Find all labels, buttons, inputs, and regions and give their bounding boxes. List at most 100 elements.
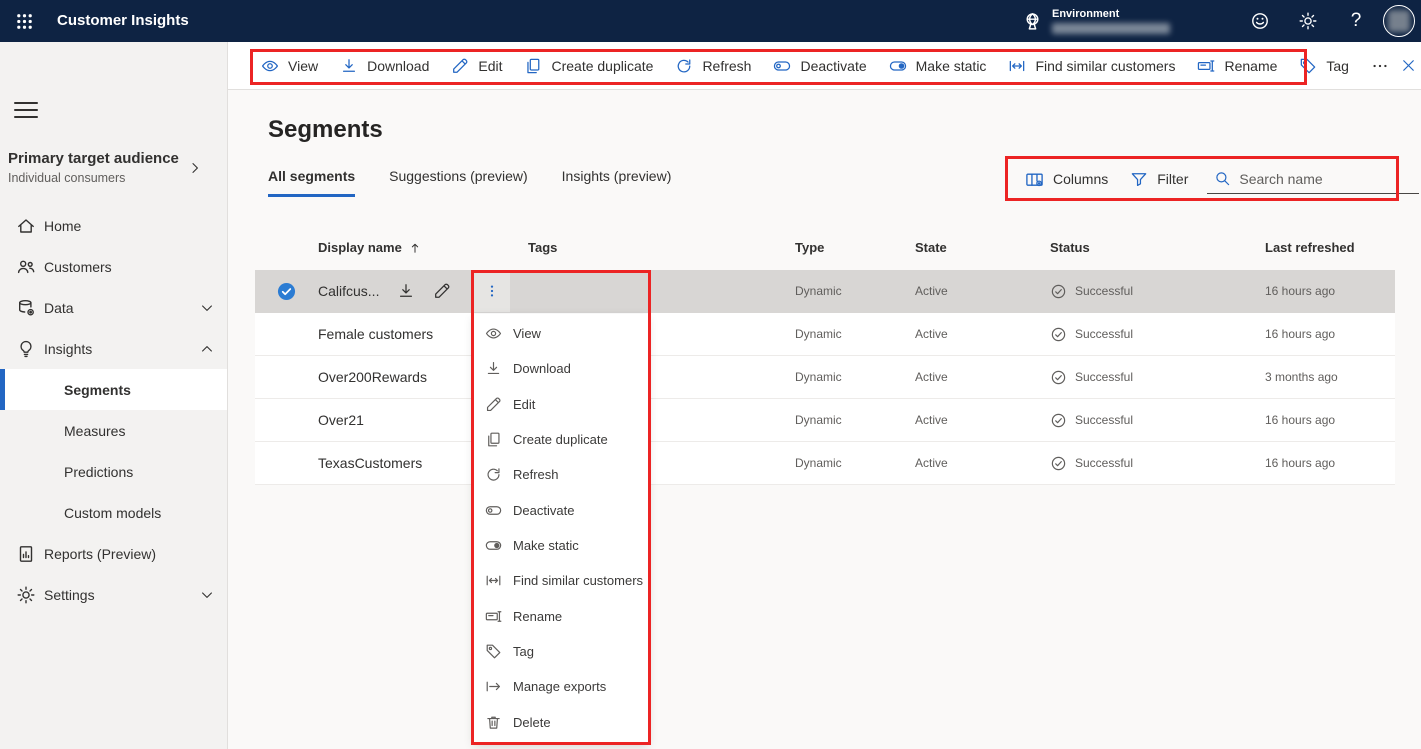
sidebar-item-custom-models[interactable]: Custom models xyxy=(0,492,227,533)
tag-label: Tag xyxy=(1326,57,1349,74)
menu-item-edit[interactable]: Edit xyxy=(474,387,648,422)
download-label: Download xyxy=(367,57,430,74)
sidebar-item-customers[interactable]: Customers xyxy=(0,246,227,287)
edit-label: Edit xyxy=(478,57,503,74)
segment-name: TexasCustomers xyxy=(318,455,423,471)
sidebar: Primary target audience Individual consu… xyxy=(0,42,228,749)
environment-label: Environment xyxy=(1052,8,1120,20)
sidebar-item-data[interactable]: Data xyxy=(0,287,227,328)
sidebar-item-segments[interactable]: Segments xyxy=(0,369,227,410)
segment-state: Active xyxy=(915,456,948,470)
segment-state: Active xyxy=(915,413,948,427)
column-header-tags[interactable]: Tags xyxy=(528,240,795,255)
menu-item-make-static[interactable]: Make static xyxy=(474,528,648,563)
tab-all-segments[interactable]: All segments xyxy=(268,168,356,197)
filter-label: Filter xyxy=(1157,171,1189,187)
command-bar: View Download Edit Create duplicate Refr… xyxy=(228,42,1421,90)
selected-check-icon xyxy=(277,282,296,301)
tag-button[interactable]: Tag xyxy=(1288,49,1360,83)
sidebar-item-predictions[interactable]: Predictions xyxy=(0,451,227,492)
trash-icon xyxy=(485,714,502,731)
column-header-state[interactable]: State xyxy=(915,240,1050,255)
row-edit-icon[interactable] xyxy=(433,282,451,300)
find-similar-customers-button[interactable]: Find similar customers xyxy=(997,49,1186,83)
sidebar-nav: Home Customers Data Insights Segments Me… xyxy=(0,205,227,615)
settings-button[interactable] xyxy=(1288,0,1328,42)
sidebar-item-measures[interactable]: Measures xyxy=(0,410,227,451)
table-row[interactable]: TexasCustomers Dynamic Active Successful… xyxy=(255,442,1395,485)
pencil-icon xyxy=(451,57,469,75)
check-circle-icon xyxy=(1050,283,1067,300)
segment-type: Dynamic xyxy=(795,456,842,470)
column-header-type[interactable]: Type xyxy=(795,240,915,255)
tag-icon xyxy=(485,643,502,660)
row-download-icon[interactable] xyxy=(397,282,415,300)
tab-insights[interactable]: Insights (preview) xyxy=(562,168,672,197)
tab-suggestions[interactable]: Suggestions (preview) xyxy=(389,168,528,197)
filter-button[interactable]: Filter xyxy=(1119,162,1199,196)
check-circle-icon xyxy=(1050,455,1067,472)
audience-switcher[interactable]: Primary target audience Individual consu… xyxy=(8,150,197,185)
rename-icon xyxy=(1197,57,1215,75)
account-avatar[interactable] xyxy=(1383,5,1415,37)
row-context-menu: View Download Edit Create duplicate Refr… xyxy=(474,314,648,742)
row-more-actions-button[interactable] xyxy=(473,270,510,312)
ellipsis-icon xyxy=(1371,57,1389,75)
create-duplicate-button[interactable]: Create duplicate xyxy=(513,49,664,83)
columns-button[interactable]: Columns xyxy=(1014,162,1119,196)
row-checkbox[interactable] xyxy=(255,282,318,301)
find-similar-customers-label: Find similar customers xyxy=(1035,57,1176,74)
deactivate-button[interactable]: Deactivate xyxy=(762,49,877,83)
column-header-status[interactable]: Status xyxy=(1050,240,1265,255)
menu-item-delete[interactable]: Delete xyxy=(474,705,648,740)
segment-status: Successful xyxy=(1050,369,1265,386)
menu-item-deactivate[interactable]: Deactivate xyxy=(474,493,648,528)
segment-last-refreshed: 16 hours ago xyxy=(1265,327,1336,341)
column-header-display-name[interactable]: Display name xyxy=(318,240,528,255)
menu-item-rename[interactable]: Rename xyxy=(474,599,648,634)
view-button[interactable]: View xyxy=(250,49,329,83)
more-commands-button[interactable] xyxy=(1360,49,1400,83)
toggle-on-icon xyxy=(485,537,502,554)
sidebar-item-settings[interactable]: Settings xyxy=(0,574,227,615)
sidebar-item-label: Home xyxy=(44,217,82,234)
menu-item-create-duplicate[interactable]: Create duplicate xyxy=(474,422,648,457)
search-input[interactable] xyxy=(1239,170,1421,187)
feedback-button[interactable] xyxy=(1240,0,1280,42)
menu-item-find-similar-customers[interactable]: Find similar customers xyxy=(474,563,648,598)
table-row[interactable]: Over200Rewards Dynamic Active Successful… xyxy=(255,356,1395,399)
table-row[interactable]: Over21 Dynamic Active Successful 16 hour… xyxy=(255,399,1395,442)
menu-item-refresh[interactable]: Refresh xyxy=(474,457,648,492)
app-launcher-button[interactable] xyxy=(0,0,48,42)
clear-selection-button[interactable]: 1 selected xyxy=(1400,50,1421,82)
help-button[interactable]: ? xyxy=(1336,0,1376,42)
menu-item-manage-exports[interactable]: Manage exports xyxy=(474,669,648,704)
table-row[interactable]: Female customers Dynamic Active Successf… xyxy=(255,313,1395,356)
sidebar-item-home[interactable]: Home xyxy=(0,205,227,246)
audience-subtitle: Individual consumers xyxy=(8,171,126,185)
tag-icon xyxy=(1299,57,1317,75)
search-icon xyxy=(1214,170,1231,187)
collapse-nav-button[interactable] xyxy=(14,102,38,120)
segment-type: Dynamic xyxy=(795,284,842,298)
rename-label: Rename xyxy=(1224,57,1278,74)
menu-item-tag[interactable]: Tag xyxy=(474,634,648,669)
make-static-button[interactable]: Make static xyxy=(878,49,998,83)
sidebar-item-insights[interactable]: Insights xyxy=(0,328,227,369)
refresh-button[interactable]: Refresh xyxy=(664,49,762,83)
sidebar-item-reports[interactable]: Reports (Preview) xyxy=(0,533,227,574)
sidebar-item-label: Reports (Preview) xyxy=(44,545,157,562)
column-header-last-refreshed[interactable]: Last refreshed xyxy=(1265,240,1395,255)
edit-button[interactable]: Edit xyxy=(440,49,513,83)
download-icon xyxy=(340,57,358,75)
rename-button[interactable]: Rename xyxy=(1186,49,1288,83)
copy-icon xyxy=(485,431,502,448)
menu-item-view[interactable]: View xyxy=(474,316,648,351)
menu-item-download[interactable]: Download xyxy=(474,351,648,386)
download-button[interactable]: Download xyxy=(329,49,440,83)
sidebar-item-label: Measures xyxy=(64,422,126,439)
chevron-right-icon[interactable] xyxy=(187,160,203,176)
environment-picker[interactable]: Environment xyxy=(1022,0,1170,42)
rename-icon xyxy=(485,608,502,625)
table-row[interactable]: Califcus... Dynamic Active Successful 16… xyxy=(255,270,1395,313)
